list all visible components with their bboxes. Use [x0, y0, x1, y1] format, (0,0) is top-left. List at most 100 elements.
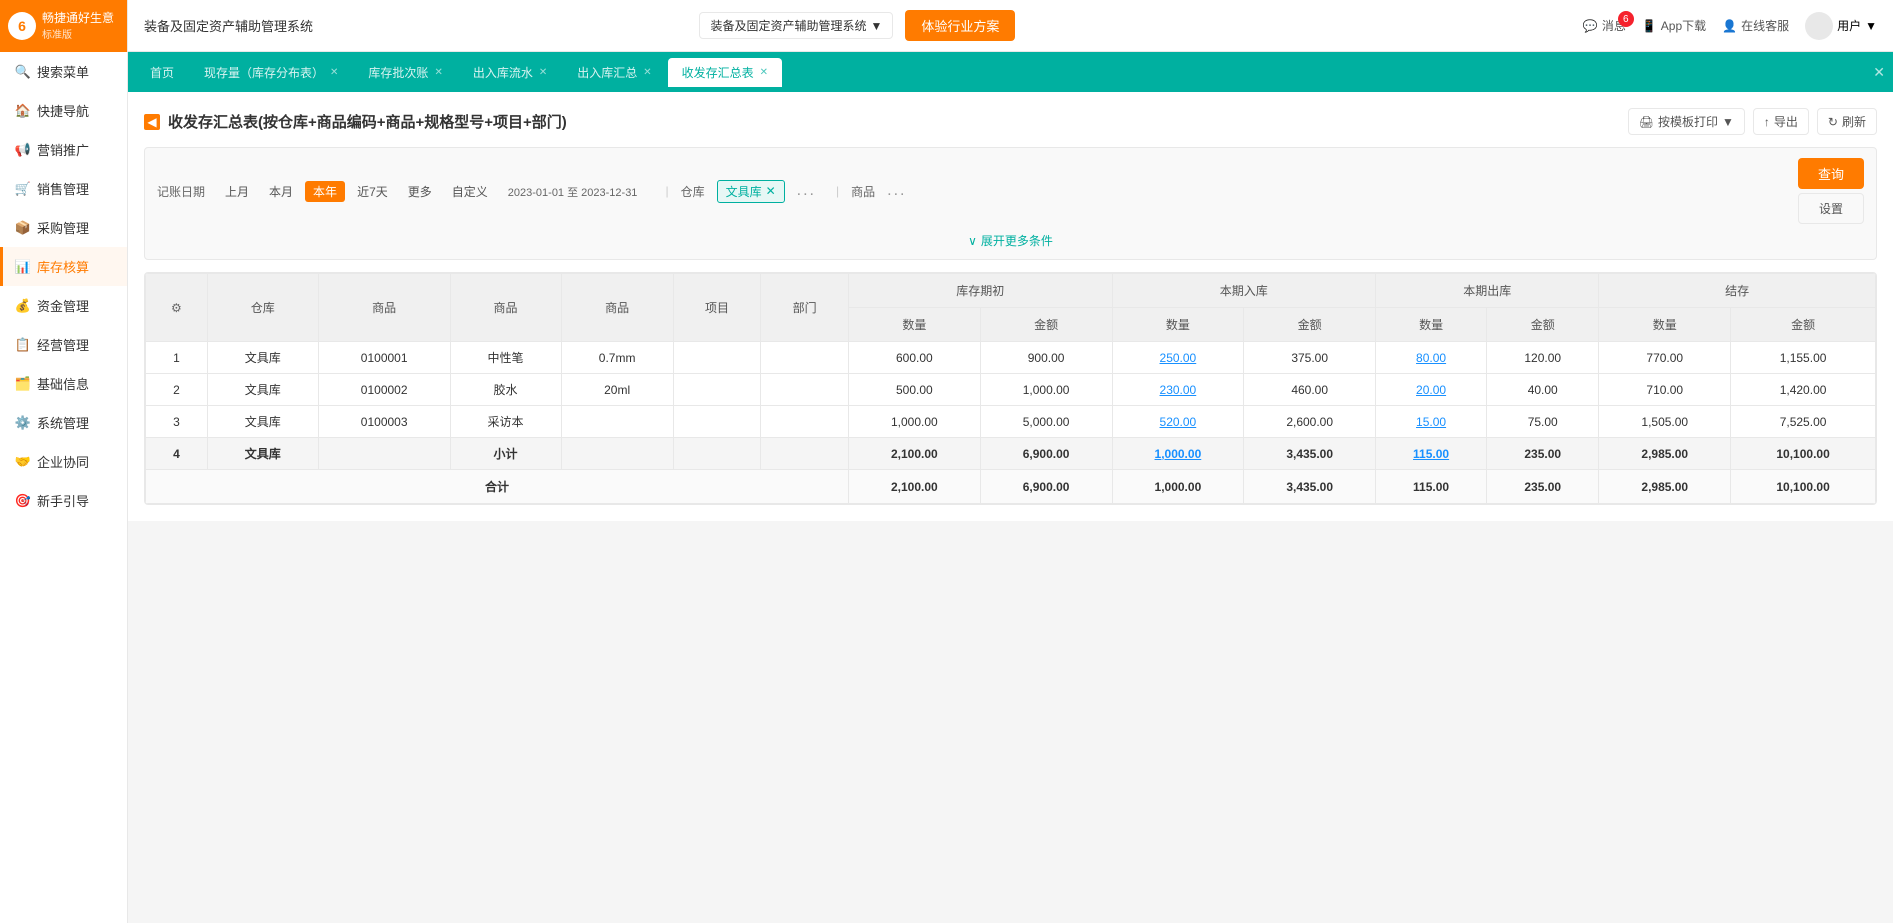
- date-btn-7days[interactable]: 近7天: [349, 181, 396, 202]
- cell-out-qty[interactable]: 20.00: [1376, 374, 1487, 406]
- message-icon: 💬: [1583, 19, 1598, 33]
- sidebar-item-marketing-label: 营销推广: [37, 140, 89, 159]
- date-label: 记账日期: [157, 183, 205, 200]
- date-btn-this-year[interactable]: 本年: [305, 181, 345, 202]
- cell-in-qty[interactable]: 230.00: [1112, 374, 1244, 406]
- online-service-label: 在线客服: [1741, 17, 1789, 34]
- app-download-btn[interactable]: 📱 App下载: [1642, 17, 1706, 34]
- collapse-btn[interactable]: ◀: [144, 114, 160, 130]
- sidebar-item-finance[interactable]: 💰 资金管理: [0, 286, 127, 325]
- sidebar-item-quick-nav-label: 快捷导航: [37, 101, 89, 120]
- tab-stock-dist-label: 现存量（库存分布表）: [204, 64, 324, 81]
- sidebar-item-inventory[interactable]: 📊 库存核算: [0, 247, 127, 286]
- tab-receipt-summary-close[interactable]: ✕: [760, 67, 768, 78]
- cell-spec: 0.7mm: [561, 342, 673, 374]
- subtotal-in-amt: 3,435.00: [1244, 438, 1376, 470]
- cell-bal-qty: 1,505.00: [1599, 406, 1731, 438]
- app-download-label: App下载: [1661, 17, 1706, 34]
- tab-receipt-summary[interactable]: 收发存汇总表 ✕: [668, 58, 782, 87]
- sidebar-item-quick-nav[interactable]: 🏠 快捷导航: [0, 91, 127, 130]
- footer-open-amt: 6,900.00: [980, 470, 1112, 504]
- warehouse-dots[interactable]: ...: [797, 182, 816, 200]
- sidebar-item-marketing[interactable]: 📢 营销推广: [0, 130, 127, 169]
- sidebar-item-sales[interactable]: 🛒 销售管理: [0, 169, 127, 208]
- cell-no: 3: [146, 406, 208, 438]
- date-btn-this-month[interactable]: 本月: [261, 181, 301, 202]
- date-range: 2023-01-01 至 2023-12-31: [508, 184, 638, 200]
- footer-row: 合计 2,100.00 6,900.00 1,000.00 3,435.00 1…: [146, 470, 1876, 504]
- tab-inout-summary-close[interactable]: ✕: [643, 67, 651, 78]
- cell-warehouse: 文具库: [207, 342, 318, 374]
- topbar-system-name: 装备及固定资产辅助管理系统: [144, 16, 687, 35]
- tabbar-close-icon[interactable]: ✕: [1873, 64, 1885, 81]
- cell-bal-amt: 7,525.00: [1731, 406, 1876, 438]
- system-dropdown[interactable]: 装备及固定资产辅助管理系统 ▼: [699, 12, 893, 39]
- th-settings[interactable]: ⚙: [146, 274, 208, 342]
- table-settings-icon[interactable]: ⚙: [171, 301, 182, 315]
- sidebar-item-basic[interactable]: 🗂️ 基础信息: [0, 364, 127, 403]
- cell-in-qty[interactable]: 520.00: [1112, 406, 1244, 438]
- settings-btn[interactable]: 设置: [1798, 193, 1864, 224]
- sidebar-item-corp[interactable]: 🤝 企业协同: [0, 442, 127, 481]
- date-btn-custom[interactable]: 自定义: [444, 181, 496, 202]
- try-btn[interactable]: 体验行业方案: [905, 10, 1015, 41]
- app-download-icon: 📱: [1642, 19, 1657, 33]
- cell-dept: [761, 342, 849, 374]
- refresh-btn[interactable]: ↻ 刷新: [1817, 108, 1877, 135]
- avatar: [1805, 12, 1833, 40]
- cell-out-amt: 40.00: [1487, 374, 1599, 406]
- th-out-amt: 金额: [1487, 308, 1599, 342]
- print-btn[interactable]: 🖨 按模板打印 ▼: [1628, 108, 1745, 135]
- sidebar-item-system-label: 系统管理: [37, 413, 89, 432]
- subtotal-name: 小计: [450, 438, 561, 470]
- sidebar-item-operation[interactable]: 📋 经营管理: [0, 325, 127, 364]
- warehouse-tag-text: 文具库: [726, 183, 762, 200]
- sidebar-item-purchase-label: 采购管理: [37, 218, 89, 237]
- logo-subtitle: 标准版: [42, 26, 114, 41]
- cell-in-qty[interactable]: 250.00: [1112, 342, 1244, 374]
- corp-icon: 🤝: [15, 454, 31, 470]
- export-btn[interactable]: ↑ 导出: [1753, 108, 1809, 135]
- tab-stock-dist[interactable]: 现存量（库存分布表） ✕: [190, 58, 352, 87]
- cell-open-qty: 600.00: [848, 342, 980, 374]
- cell-out-qty[interactable]: 80.00: [1376, 342, 1487, 374]
- logo-title: 畅捷通好生意: [42, 11, 114, 27]
- query-btn[interactable]: 查询: [1798, 158, 1864, 189]
- cell-spec: 20ml: [561, 374, 673, 406]
- date-btn-prev-month[interactable]: 上月: [217, 181, 257, 202]
- date-btn-more[interactable]: 更多: [400, 181, 440, 202]
- warehouse-tag: 文具库 ✕: [717, 180, 785, 203]
- service-icon: 👤: [1722, 19, 1737, 33]
- sidebar-item-system[interactable]: ⚙️ 系统管理: [0, 403, 127, 442]
- expand-btn[interactable]: ∨ 展开更多条件: [968, 232, 1053, 249]
- warehouse-label: 仓库: [681, 183, 705, 200]
- tab-inout-flow[interactable]: 出入库流水 ✕: [459, 58, 561, 87]
- cell-in-amt: 2,600.00: [1244, 406, 1376, 438]
- cell-out-qty[interactable]: 15.00: [1376, 406, 1487, 438]
- th-project: 项目: [673, 274, 761, 342]
- export-icon: ↑: [1764, 115, 1770, 129]
- tab-batch-close[interactable]: ✕: [434, 67, 442, 78]
- warehouse-tag-close[interactable]: ✕: [766, 184, 776, 198]
- sidebar-item-search[interactable]: 🔍 搜索菜单: [0, 52, 127, 91]
- sidebar-nav: 🔍 搜索菜单 🏠 快捷导航 📢 营销推广 🛒 销售管理 📦 采购管理 📊 库存核…: [0, 52, 127, 923]
- goods-dots[interactable]: ...: [887, 182, 906, 200]
- cell-open-qty: 1,000.00: [848, 406, 980, 438]
- sidebar-item-corp-label: 企业协同: [37, 452, 89, 471]
- cell-dept: [761, 374, 849, 406]
- tab-inout-flow-close[interactable]: ✕: [539, 67, 547, 78]
- message-btn[interactable]: 💬 消息 6: [1583, 17, 1626, 34]
- tab-batch[interactable]: 库存批次账 ✕: [354, 58, 456, 87]
- subtotal-open-amt: 6,900.00: [980, 438, 1112, 470]
- subtotal-open-qty: 2,100.00: [848, 438, 980, 470]
- main: 装备及固定资产辅助管理系统 装备及固定资产辅助管理系统 ▼ 体验行业方案 💬 消…: [128, 0, 1893, 923]
- cell-name: 采访本: [450, 406, 561, 438]
- sidebar-item-purchase[interactable]: 📦 采购管理: [0, 208, 127, 247]
- cell-warehouse: 文具库: [207, 406, 318, 438]
- tab-inout-summary[interactable]: 出入库汇总 ✕: [563, 58, 665, 87]
- user-btn[interactable]: 用户 ▼: [1805, 12, 1877, 40]
- sidebar-item-guide[interactable]: 🎯 新手引导: [0, 481, 127, 520]
- online-service-btn[interactable]: 👤 在线客服: [1722, 17, 1789, 34]
- tab-stock-dist-close[interactable]: ✕: [330, 67, 338, 78]
- tab-home[interactable]: 首页: [136, 58, 188, 87]
